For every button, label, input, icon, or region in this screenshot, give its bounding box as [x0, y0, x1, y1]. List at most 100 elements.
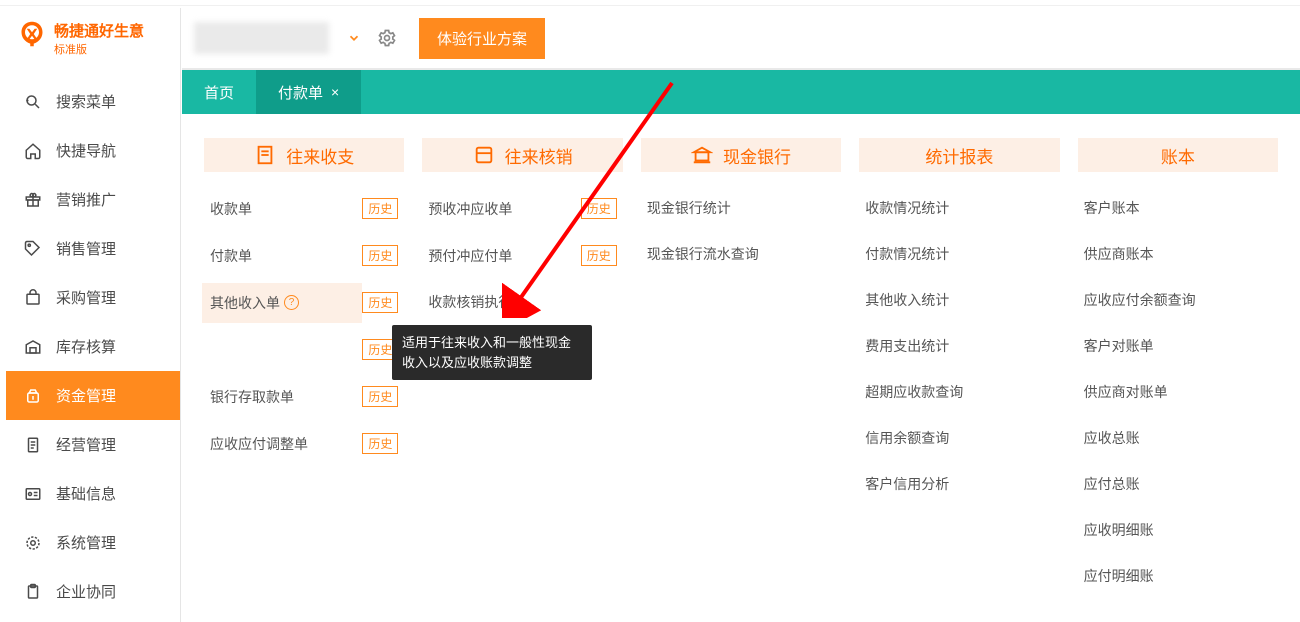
tab-home[interactable]: 首页 — [182, 70, 256, 114]
bank-icon — [691, 144, 713, 166]
tab-payment[interactable]: 付款单 × — [256, 70, 361, 114]
history-badge[interactable]: 历史 — [362, 433, 398, 454]
content-panel: 往来收支 收款单 历史 付款单 历史 其他收入单 ? 历史 — [182, 114, 1300, 610]
sidebar-item-sales[interactable]: 销售管理 — [6, 224, 180, 273]
link-receipt[interactable]: 收款单 — [210, 199, 252, 219]
column-title: 统计报表 — [925, 143, 993, 168]
card-icon — [24, 485, 42, 503]
link-ar-detail[interactable]: 应收明细账 — [1084, 520, 1154, 540]
sidebar-item-funds[interactable]: 资金管理 — [6, 371, 180, 420]
sidebar: 畅捷通好生意 标准版 搜索菜单 快捷导航 营销推广 销售管理 采购管理 库存核算 — [6, 8, 181, 622]
brand-logo-icon — [18, 20, 46, 48]
link-ap-detail[interactable]: 应付明细账 — [1084, 566, 1154, 586]
sidebar-item-operations[interactable]: 经营管理 — [6, 420, 180, 469]
help-icon[interactable]: ? — [284, 295, 299, 310]
sidebar-item-label: 企业协同 — [56, 581, 116, 602]
list-item: 客户对账单 — [1084, 336, 1272, 356]
link-prepay-offset[interactable]: 预付冲应付单 — [428, 246, 512, 266]
history-badge[interactable]: 历史 — [581, 198, 617, 219]
column-transactions: 往来收支 收款单 历史 付款单 历史 其他收入单 ? 历史 — [204, 138, 404, 586]
history-badge[interactable]: 历史 — [362, 198, 398, 219]
warehouse-icon — [24, 338, 42, 356]
sidebar-item-marketing[interactable]: 营销推广 — [6, 175, 180, 224]
tag-icon — [24, 240, 42, 258]
column-header: 统计报表 — [859, 138, 1059, 172]
list-item: 应付总账 — [1084, 474, 1272, 494]
column-header: 现金银行 — [641, 138, 841, 172]
sidebar-item-basic[interactable]: 基础信息 — [6, 469, 180, 518]
sidebar-item-inventory[interactable]: 库存核算 — [6, 322, 180, 371]
column-title: 往来核销 — [505, 143, 573, 168]
list-item: 付款情况统计 — [865, 244, 1053, 264]
ledger-icon — [473, 144, 495, 166]
link-expense-stats[interactable]: 费用支出统计 — [865, 336, 949, 356]
org-selector-redacted[interactable] — [194, 22, 329, 54]
list-item: 其他收入单 ? 历史 — [210, 292, 398, 313]
link-payment[interactable]: 付款单 — [210, 246, 252, 266]
link-cash-flow[interactable]: 现金银行流水查询 — [647, 244, 759, 264]
search-icon — [24, 93, 42, 111]
sidebar-item-label: 销售管理 — [56, 238, 116, 259]
column-header: 往来核销 — [422, 138, 622, 172]
clipboard-icon — [24, 583, 42, 601]
link-ar-ap-adjust[interactable]: 应收应付调整单 — [210, 434, 308, 454]
link-credit-analysis[interactable]: 客户信用分析 — [865, 474, 949, 494]
link-recv-writeoff[interactable]: 收款核销执行 — [428, 292, 512, 312]
sidebar-item-collab[interactable]: 企业协同 — [6, 567, 180, 616]
sidebar-item-label: 系统管理 — [56, 532, 116, 553]
link-prerecv-offset[interactable]: 预收冲应收单 — [428, 199, 512, 219]
history-badge[interactable]: 历史 — [362, 292, 398, 313]
sidebar-item-purchase[interactable]: 采购管理 — [6, 273, 180, 322]
list-item: 应收应付余额查询 — [1084, 290, 1272, 310]
list-item: 收款单 历史 — [210, 198, 398, 219]
logo-area: 畅捷通好生意 标准版 — [6, 8, 180, 63]
sidebar-item-label: 采购管理 — [56, 287, 116, 308]
link-cash-stats[interactable]: 现金银行统计 — [647, 198, 731, 218]
brand-name: 畅捷通好生意 — [54, 20, 144, 41]
list-item: 银行存取款单 历史 — [210, 386, 398, 407]
link-vendor-statement[interactable]: 供应商对账单 — [1084, 382, 1168, 402]
sidebar-item-search[interactable]: 搜索菜单 — [6, 77, 180, 126]
sidebar-item-label: 快捷导航 — [56, 140, 116, 161]
link-ap-ledger[interactable]: 应付总账 — [1084, 474, 1140, 494]
gift-icon — [24, 191, 42, 209]
sidebar-item-label: 库存核算 — [56, 336, 116, 357]
list-item: 客户信用分析 — [865, 474, 1053, 494]
brand-edition: 标准版 — [54, 41, 144, 57]
sidebar-item-label: 经营管理 — [56, 434, 116, 455]
link-ar-ledger[interactable]: 应收总账 — [1084, 428, 1140, 448]
doc-icon — [24, 436, 42, 454]
link-other-income[interactable]: 其他收入单 ? — [202, 283, 362, 323]
column-title: 现金银行 — [723, 143, 791, 168]
link-label: 其他收入单 — [210, 293, 280, 313]
history-badge[interactable]: 历史 — [362, 386, 398, 407]
link-credit-balance[interactable]: 信用余额查询 — [865, 428, 949, 448]
link-bank-transfer[interactable]: 银行存取款单 — [210, 387, 294, 407]
history-badge[interactable]: 历史 — [362, 245, 398, 266]
bag-icon — [24, 289, 42, 307]
link-other-income-stats[interactable]: 其他收入统计 — [865, 290, 949, 310]
sidebar-item-label: 营销推广 — [56, 189, 116, 210]
close-icon[interactable]: × — [331, 84, 339, 100]
experience-button[interactable]: 体验行业方案 — [419, 18, 545, 59]
gear-icon[interactable] — [377, 28, 397, 48]
link-overdue-ar[interactable]: 超期应收款查询 — [865, 382, 963, 402]
link-pay-stats[interactable]: 付款情况统计 — [865, 244, 949, 264]
list-item: 收款核销执行 — [428, 292, 616, 312]
list-item: 应收应付调整单 历史 — [210, 433, 398, 454]
list-item: 供应商账本 — [1084, 244, 1272, 264]
sidebar-item-quicknav[interactable]: 快捷导航 — [6, 126, 180, 175]
list-item: 现金银行统计 — [647, 198, 835, 218]
link-customer-statement[interactable]: 客户对账单 — [1084, 336, 1154, 356]
link-vendor-book[interactable]: 供应商账本 — [1084, 244, 1154, 264]
list-item: 应收总账 — [1084, 428, 1272, 448]
list-item: 供应商对账单 — [1084, 382, 1272, 402]
sidebar-item-system[interactable]: 系统管理 — [6, 518, 180, 567]
list-item: 应收明细账 — [1084, 520, 1272, 540]
history-badge[interactable]: 历史 — [581, 245, 617, 266]
tabbar: 首页 付款单 × — [182, 70, 1300, 114]
link-customer-book[interactable]: 客户账本 — [1084, 198, 1140, 218]
link-recv-stats[interactable]: 收款情况统计 — [865, 198, 949, 218]
link-arap-balance[interactable]: 应收应付余额查询 — [1084, 290, 1196, 310]
chevron-down-icon[interactable] — [347, 31, 361, 45]
